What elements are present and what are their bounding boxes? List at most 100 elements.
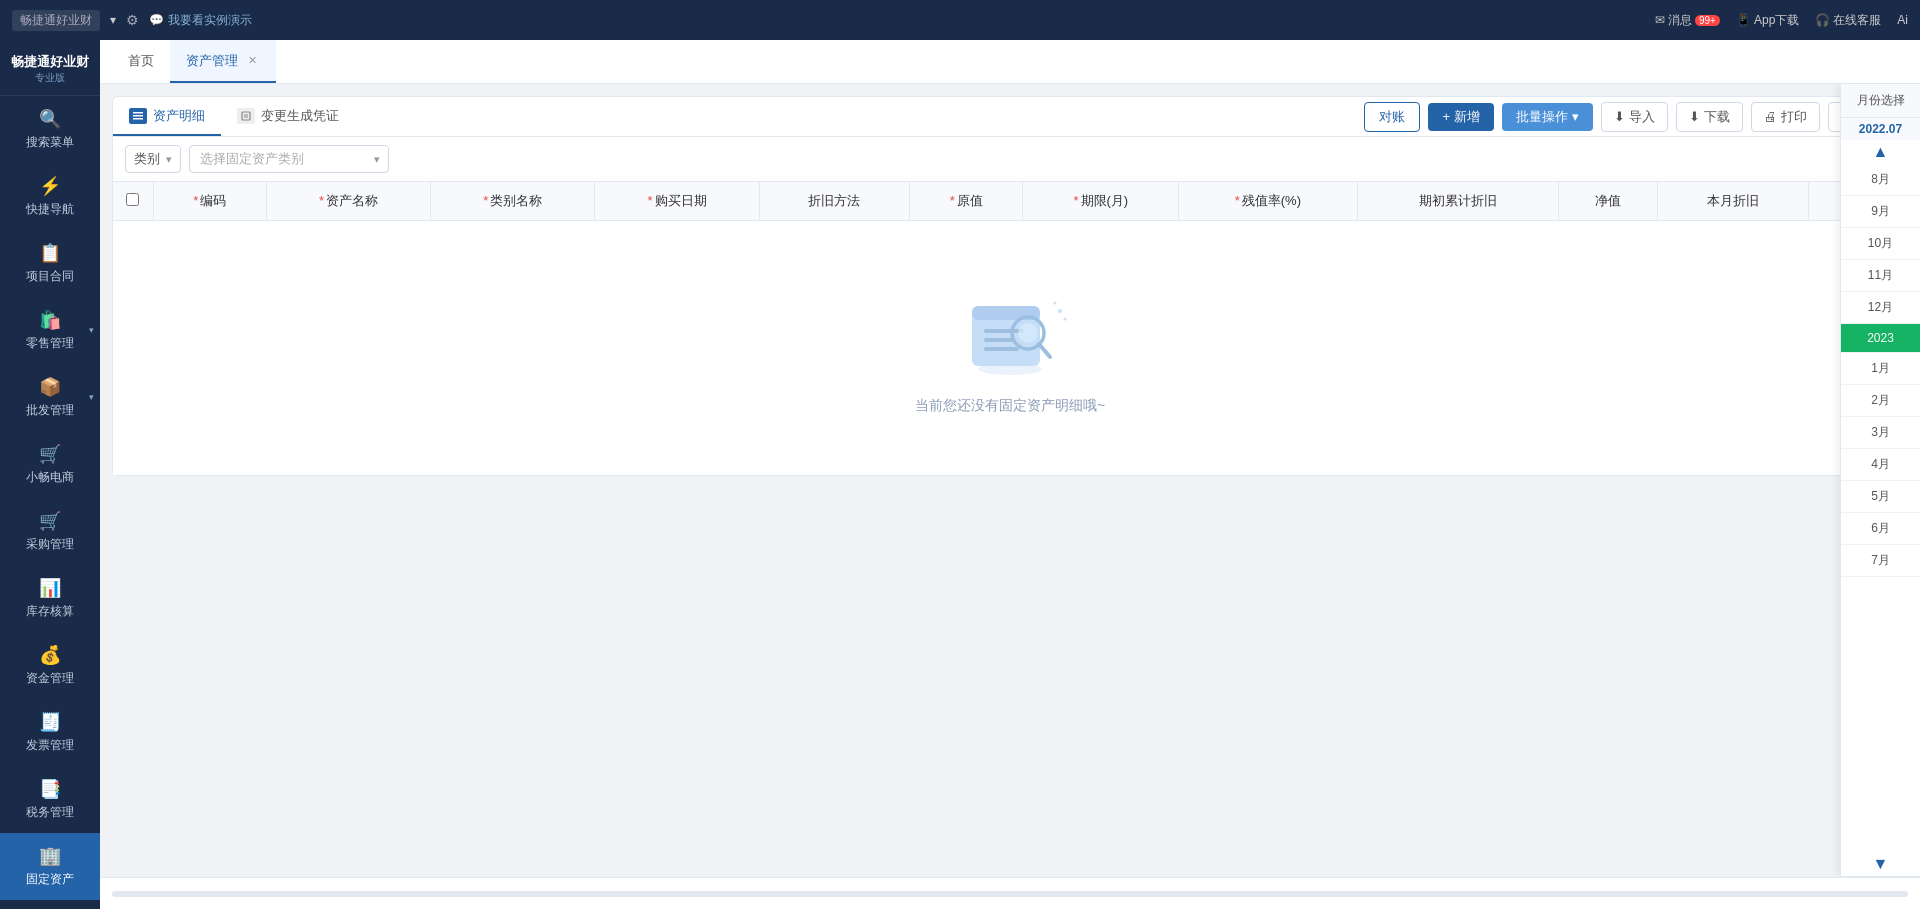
sidebar-item-ecommerce[interactable]: 🛒 小畅电商 — [0, 431, 100, 498]
sidebar-item-project[interactable]: 📋 项目合同 — [0, 230, 100, 297]
sidebar-item-nav[interactable]: ⚡ 快捷导航 — [0, 163, 100, 230]
filter-bar: 类别 ▾ 选择固定资产类别 ▾ — [113, 137, 1907, 182]
title-dropdown[interactable]: ▾ — [110, 13, 116, 27]
month-panel-header: 月份选择 — [1841, 84, 1920, 118]
month-item-1[interactable]: 1月 — [1841, 353, 1920, 385]
col-category: *类别名称 — [431, 182, 595, 221]
online-service-button[interactable]: 🎧 在线客服 — [1815, 12, 1881, 29]
app-icon: 📱 — [1736, 13, 1751, 27]
sub-tab-detail[interactable]: 资产明细 — [113, 97, 221, 136]
user-name: Ai — [1897, 13, 1908, 27]
voucher-icon — [241, 111, 251, 121]
svg-rect-11 — [984, 347, 1019, 351]
nav-icon: ⚡ — [39, 175, 61, 197]
print-button[interactable]: 🖨 打印 — [1751, 102, 1820, 132]
import-label: 导入 — [1629, 108, 1655, 126]
scroll-bar-area — [112, 891, 1908, 897]
settings-icon[interactable]: ⚙ — [126, 12, 139, 28]
empty-cell: 当前您还没有固定资产明细哦~ — [113, 221, 1907, 476]
col-accumulated: 期初累计折旧 — [1357, 182, 1558, 221]
tab-asset-label: 资产管理 — [186, 52, 238, 70]
col-period: *期限(月) — [1023, 182, 1179, 221]
sidebar-item-inventory[interactable]: 📊 库存核算 — [0, 565, 100, 632]
svg-point-17 — [1064, 318, 1067, 321]
page-content: 资产明细 变更生成凭证 对 — [100, 84, 1920, 877]
sidebar-label-retail: 零售管理 — [26, 335, 74, 352]
month-item-7[interactable]: 7月 — [1841, 545, 1920, 577]
month-panel: 月份选择 2022.07 ▲ 8月 9月 10月 11月 12月 2023 1月… — [1840, 84, 1920, 877]
fixedasset-icon: 🏢 — [39, 845, 61, 867]
svg-rect-3 — [242, 112, 250, 120]
tab-home[interactable]: 首页 — [112, 40, 170, 83]
month-item-4[interactable]: 4月 — [1841, 449, 1920, 481]
batch-button[interactable]: 批量操作 ▾ — [1502, 103, 1593, 131]
month-item-11[interactable]: 11月 — [1841, 260, 1920, 292]
main-layout: 畅捷通好业财 专业版 🔍 搜索菜单 ⚡ 快捷导航 📋 项目合同 🛍️ 零售管理 … — [0, 40, 1920, 909]
sidebar-label-invoice: 发票管理 — [26, 737, 74, 754]
month-item-5[interactable]: 5月 — [1841, 481, 1920, 513]
table-container: *编码 *资产名称 *类别名称 *购买日期 折旧方法 *原值 *期限(月) *残… — [113, 182, 1907, 475]
tab-asset[interactable]: 资产管理 ✕ — [170, 40, 276, 83]
download-button[interactable]: ⬇ 下载 — [1676, 102, 1743, 132]
col-name: *资产名称 — [266, 182, 430, 221]
empty-state: 当前您还没有固定资产明细哦~ — [113, 221, 1907, 475]
month-item-9[interactable]: 9月 — [1841, 196, 1920, 228]
month-item-6[interactable]: 6月 — [1841, 513, 1920, 545]
import-icon: ⬇ — [1614, 109, 1625, 124]
logo-sub: 专业版 — [8, 71, 92, 85]
sub-panel: 资产明细 变更生成凭证 对 — [112, 96, 1908, 476]
checkbox-header — [113, 182, 153, 221]
sidebar-item-search[interactable]: 🔍 搜索菜单 — [0, 96, 100, 163]
sidebar-item-invoice[interactable]: 🧾 发票管理 — [0, 699, 100, 766]
assets-table: *编码 *资产名称 *类别名称 *购买日期 折旧方法 *原值 *期限(月) *残… — [113, 182, 1907, 475]
reconcile-button[interactable]: 对账 — [1364, 102, 1420, 132]
download-label: 下载 — [1704, 108, 1730, 126]
content-area: 首页 资产管理 ✕ — [100, 40, 1920, 909]
month-item-2[interactable]: 2月 — [1841, 385, 1920, 417]
invoice-icon: 🧾 — [39, 711, 61, 733]
select-all-checkbox[interactable] — [126, 193, 139, 206]
logo-text: 畅捷通好业财 — [8, 54, 92, 71]
bottom-bar — [100, 877, 1920, 909]
message-icon: ✉ — [1655, 13, 1665, 27]
category-input[interactable]: 选择固定资产类别 ▾ — [189, 145, 389, 173]
sidebar-item-tax[interactable]: 📑 税务管理 — [0, 766, 100, 833]
month-nav-up[interactable]: ▲ — [1841, 140, 1920, 164]
message-badge: 99+ — [1695, 15, 1720, 26]
sidebar-item-finance[interactable]: 💰 资金管理 — [0, 632, 100, 699]
print-icon: 🖨 — [1764, 109, 1777, 124]
month-item-8[interactable]: 8月 — [1841, 164, 1920, 196]
month-item-12[interactable]: 12月 — [1841, 292, 1920, 324]
add-icon: + — [1442, 109, 1450, 124]
tab-asset-close[interactable]: ✕ — [244, 53, 260, 69]
sidebar-item-fixedasset[interactable]: 🏢 固定资产 — [0, 833, 100, 900]
sidebar-label-nav: 快捷导航 — [26, 201, 74, 218]
list-icon — [133, 111, 143, 121]
sidebar-label-search: 搜索菜单 — [26, 134, 74, 151]
message-button[interactable]: ✉ 消息 99+ — [1655, 12, 1720, 29]
sidebar-label-wholesale: 批发管理 — [26, 402, 74, 419]
sidebar-label-purchase: 采购管理 — [26, 536, 74, 553]
tab-bar: 首页 资产管理 ✕ — [100, 40, 1920, 84]
demo-link[interactable]: 💬 我要看实例演示 — [149, 12, 252, 29]
add-button[interactable]: + 新增 — [1428, 103, 1494, 131]
svg-rect-2 — [133, 118, 143, 120]
import-button[interactable]: ⬇ 导入 — [1601, 102, 1668, 132]
sub-tab-voucher[interactable]: 变更生成凭证 — [221, 97, 355, 136]
category-type-arrow: ▾ — [166, 153, 172, 166]
month-item-10[interactable]: 10月 — [1841, 228, 1920, 260]
sidebar-logo: 畅捷通好业财 专业版 — [0, 40, 100, 96]
sub-tab-detail-label: 资产明细 — [153, 107, 205, 125]
sidebar-item-purchase[interactable]: 🛒 采购管理 — [0, 498, 100, 565]
app-download-button[interactable]: 📱 App下载 — [1736, 12, 1799, 29]
sidebar-item-wholesale[interactable]: 📦 批发管理 ▾ — [0, 364, 100, 431]
sidebar-item-retail[interactable]: 🛍️ 零售管理 ▾ — [0, 297, 100, 364]
download-icon: ⬇ — [1689, 109, 1700, 124]
col-monthly: 本月折旧 — [1658, 182, 1808, 221]
month-item-3[interactable]: 3月 — [1841, 417, 1920, 449]
month-nav-down[interactable]: ▼ — [1841, 852, 1920, 876]
tax-icon: 📑 — [39, 778, 61, 800]
sidebar-item-salary[interactable]: 💵 工资 — [0, 900, 100, 909]
inventory-icon: 📊 — [39, 577, 61, 599]
category-type-select[interactable]: 类别 ▾ — [125, 145, 181, 173]
